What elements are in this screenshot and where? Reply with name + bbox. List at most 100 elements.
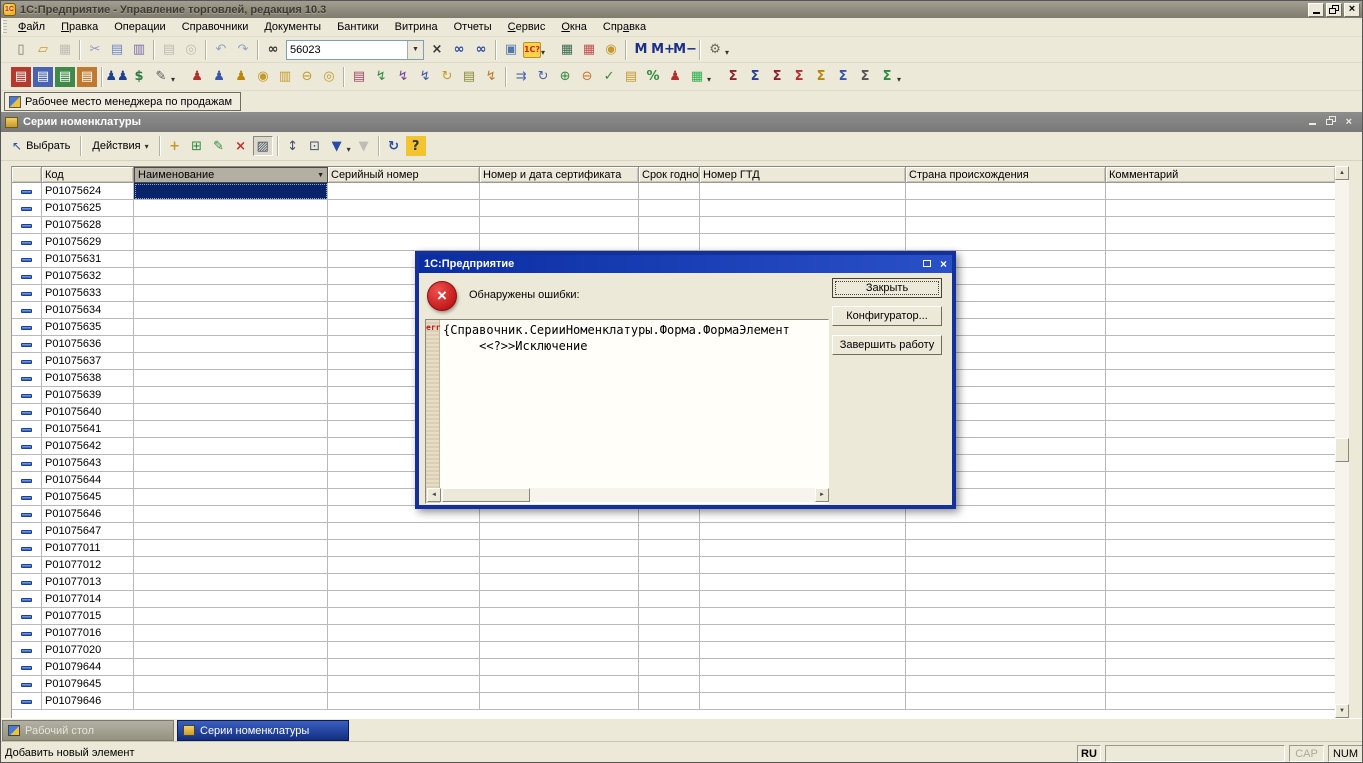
row-selector-cell[interactable] <box>12 693 42 710</box>
tools-icon[interactable]: ⚙ <box>705 40 725 60</box>
cell-code[interactable]: P01077012 <box>42 557 134 574</box>
cell-empty[interactable] <box>480 200 639 217</box>
cell-empty[interactable] <box>639 200 700 217</box>
cell-empty[interactable] <box>1106 268 1336 285</box>
cell-code[interactable]: P01075646 <box>42 506 134 523</box>
cell-empty[interactable] <box>134 642 328 659</box>
menu-item[interactable]: Сервис <box>500 19 554 35</box>
row-selector-cell[interactable] <box>12 625 42 642</box>
goods-in-icon[interactable]: ↯ <box>371 67 391 87</box>
cell-empty[interactable] <box>700 608 906 625</box>
row-selector-cell[interactable] <box>12 557 42 574</box>
cell-empty[interactable] <box>1106 642 1336 659</box>
cell-empty[interactable] <box>134 472 328 489</box>
cell-empty[interactable] <box>639 217 700 234</box>
menu-item[interactable]: Файл <box>10 19 53 35</box>
row-selector-cell[interactable] <box>12 421 42 438</box>
hscroll-left-button[interactable]: ◄ <box>427 488 441 502</box>
cell-code[interactable]: P01075629 <box>42 234 134 251</box>
cell-empty[interactable] <box>1106 489 1336 506</box>
cell-empty[interactable] <box>1106 251 1336 268</box>
cell-empty[interactable] <box>328 574 480 591</box>
gripper[interactable] <box>2 19 7 35</box>
cell-empty[interactable] <box>906 523 1106 540</box>
cell-empty[interactable] <box>639 557 700 574</box>
column-header[interactable]: Комментарий <box>1106 167 1336 183</box>
column-header[interactable]: Номер ГТД <box>700 167 906 183</box>
cell-empty[interactable] <box>1106 404 1336 421</box>
menu-item[interactable]: Справка <box>595 19 654 35</box>
cell-empty[interactable] <box>328 625 480 642</box>
doc-approved-icon[interactable]: ✓ <box>599 67 619 87</box>
cell-empty[interactable] <box>1106 336 1336 353</box>
cell-empty[interactable] <box>1106 370 1336 387</box>
cell-code[interactable]: P01075637 <box>42 353 134 370</box>
report-stock-icon[interactable]: Σ <box>789 67 809 87</box>
paste-icon[interactable]: ▥ <box>129 40 149 60</box>
cell-empty[interactable] <box>700 625 906 642</box>
select-button[interactable]: ↖ Выбрать <box>5 136 77 156</box>
cashier-gold-icon[interactable]: ♟ <box>231 67 251 87</box>
vertical-scrollbar[interactable]: ▲ ▼ <box>1335 166 1349 718</box>
cell-empty[interactable] <box>639 591 700 608</box>
cell-empty[interactable] <box>700 540 906 557</box>
cell-empty[interactable] <box>480 591 639 608</box>
cell-empty[interactable] <box>639 625 700 642</box>
goods-out-icon[interactable]: ↯ <box>393 67 413 87</box>
cell-empty[interactable] <box>480 183 639 200</box>
table-row[interactable]: P01075628 <box>12 217 1336 234</box>
help-icon[interactable]: ? <box>405 136 426 156</box>
cell-empty[interactable] <box>906 608 1106 625</box>
calculator-icon[interactable]: ▦ <box>557 40 577 60</box>
cell-empty[interactable] <box>639 642 700 659</box>
cell-empty[interactable] <box>134 404 328 421</box>
cell-empty[interactable] <box>1106 591 1336 608</box>
table-row[interactable]: P01079646 <box>12 693 1336 710</box>
find-icon[interactable]: ∞ <box>263 40 283 60</box>
green-book-icon[interactable]: ▦ <box>687 67 707 87</box>
mdi-minimize-button[interactable] <box>1308 116 1316 128</box>
cell-code[interactable]: P01077014 <box>42 591 134 608</box>
coins-remove-icon[interactable]: ⊖ <box>577 67 597 87</box>
report-money-icon[interactable]: Σ <box>811 67 831 87</box>
row-selector-cell[interactable] <box>12 659 42 676</box>
cell-empty[interactable] <box>134 302 328 319</box>
dialog-configurator-button[interactable]: Конфигуратор... <box>832 306 942 326</box>
cell-empty[interactable] <box>1106 625 1336 642</box>
filter-icon[interactable]: ▼ <box>327 136 347 156</box>
tab-desktop[interactable]: Рабочий стол <box>2 720 174 741</box>
cut-icon[interactable]: ✂ <box>85 40 105 60</box>
cell-code[interactable]: P01075631 <box>42 251 134 268</box>
cell-empty[interactable] <box>1106 353 1336 370</box>
table-row[interactable]: P01077011 <box>12 540 1336 557</box>
clear-find-icon[interactable]: × <box>427 40 447 60</box>
find-prev-icon[interactable]: ∞ <box>471 40 491 60</box>
cell-empty[interactable] <box>480 642 639 659</box>
coins-add-icon[interactable]: ⊕ <box>555 67 575 87</box>
cell-empty[interactable] <box>1106 506 1336 523</box>
print-preview-icon[interactable]: ◎ <box>181 40 201 60</box>
cell-empty[interactable] <box>906 574 1106 591</box>
cell-empty[interactable] <box>1106 574 1336 591</box>
row-selector-cell[interactable] <box>12 438 42 455</box>
cell-code[interactable]: P01075647 <box>42 523 134 540</box>
menu-item[interactable]: Отчеты <box>446 19 500 35</box>
cell-empty[interactable] <box>639 693 700 710</box>
coins-pile-icon[interactable]: ◎ <box>319 67 339 87</box>
find-combobox[interactable]: ▼ <box>286 39 424 60</box>
cell-empty[interactable] <box>1106 659 1336 676</box>
column-header[interactable]: Серийный номер <box>328 167 480 183</box>
restore-button[interactable] <box>1326 2 1342 17</box>
cell-empty[interactable] <box>134 489 328 506</box>
cell-empty[interactable] <box>480 217 639 234</box>
cell-empty[interactable] <box>134 523 328 540</box>
cell-empty[interactable] <box>906 693 1106 710</box>
cell-empty[interactable] <box>906 234 1106 251</box>
row-selector-cell[interactable] <box>12 642 42 659</box>
menu-item[interactable]: Окна <box>553 19 595 35</box>
money-bars-icon[interactable]: ▥ <box>275 67 295 87</box>
cell-empty[interactable] <box>700 642 906 659</box>
row-selector-cell[interactable] <box>12 574 42 591</box>
memory-minus-icon[interactable]: M− <box>673 40 697 60</box>
memory-plus-icon[interactable]: M+ <box>651 40 675 60</box>
